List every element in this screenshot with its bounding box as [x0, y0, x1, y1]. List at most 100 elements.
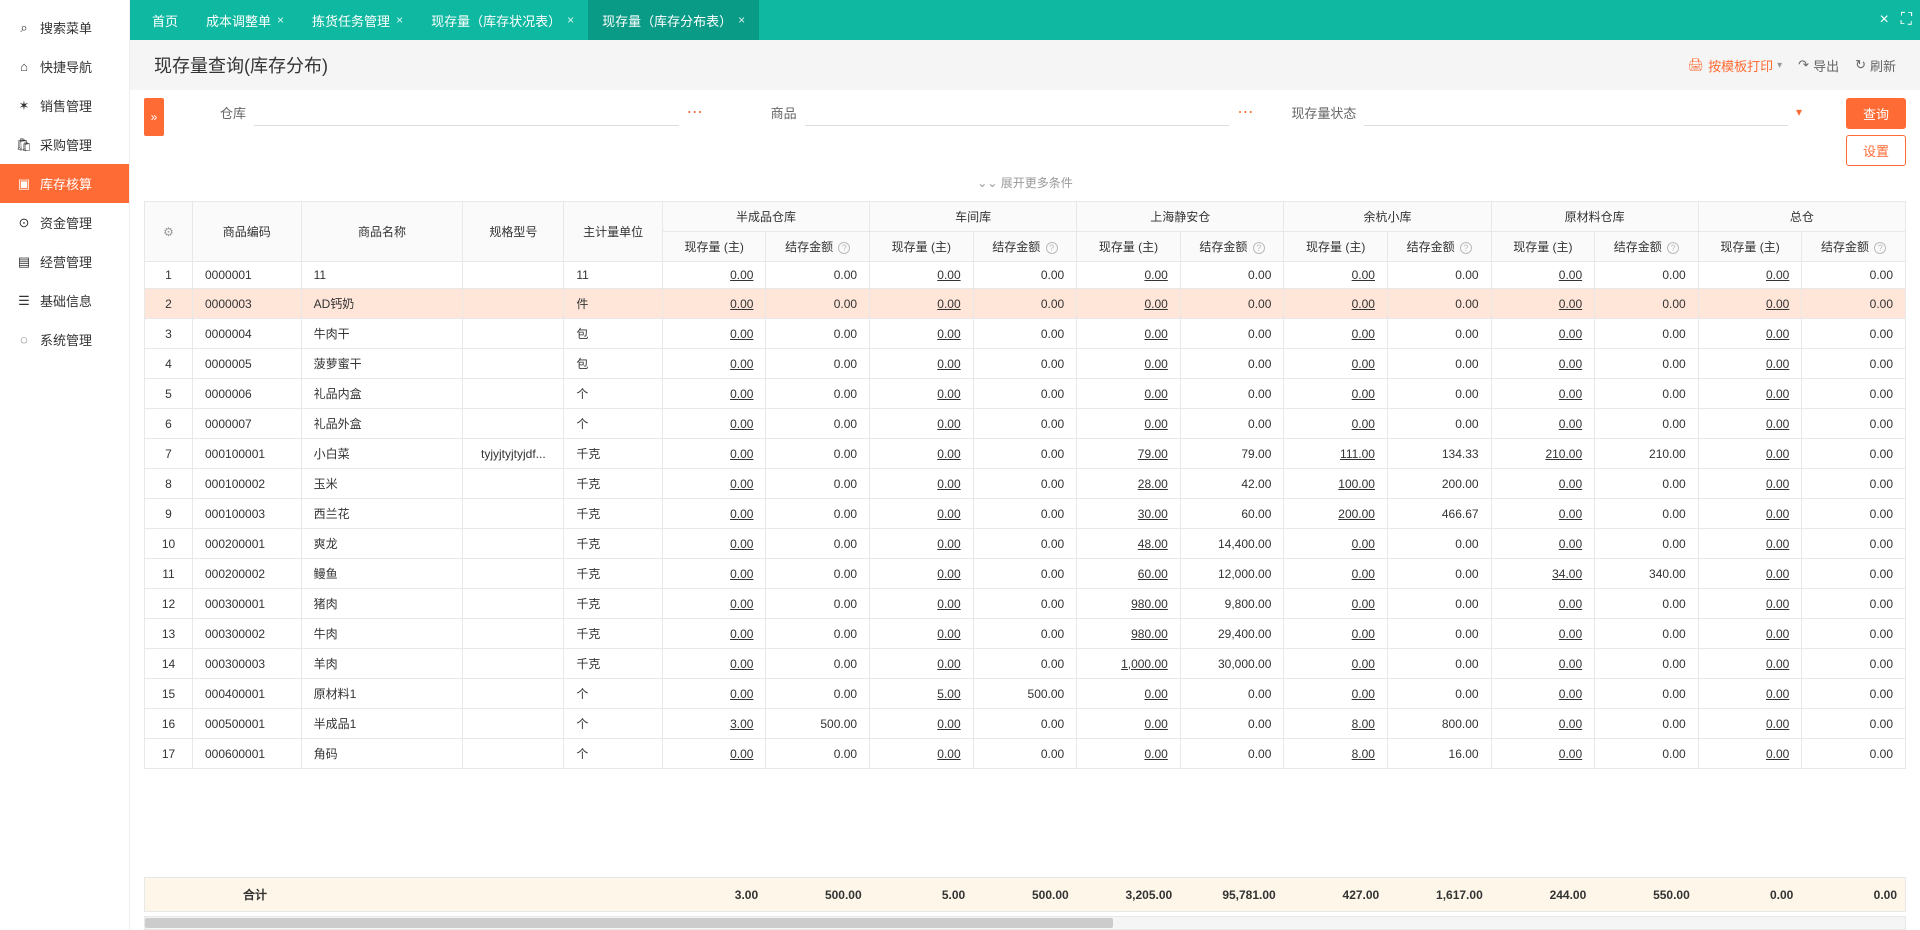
cell-qty[interactable]: 0.00	[870, 529, 974, 559]
cell-qty[interactable]: 0.00	[1698, 559, 1802, 589]
cell-qty[interactable]: 0.00	[1284, 262, 1388, 289]
cell-qty[interactable]: 0.00	[870, 499, 974, 529]
cell-qty[interactable]: 0.00	[1698, 289, 1802, 319]
cell-qty[interactable]: 0.00	[870, 349, 974, 379]
cell-qty[interactable]: 0.00	[662, 349, 766, 379]
close-icon[interactable]: ×	[567, 13, 574, 27]
cell-qty[interactable]: 0.00	[662, 262, 766, 289]
cell-qty[interactable]: 0.00	[1077, 349, 1181, 379]
cell-qty[interactable]: 0.00	[870, 439, 974, 469]
cell-qty[interactable]: 0.00	[1077, 319, 1181, 349]
cell-qty[interactable]: 0.00	[1698, 439, 1802, 469]
export-button[interactable]: ↷ 导出	[1798, 56, 1839, 75]
stock-status-input[interactable]	[1364, 98, 1788, 126]
cell-qty[interactable]: 0.00	[1284, 379, 1388, 409]
cell-qty[interactable]: 0.00	[1077, 709, 1181, 739]
cell-qty[interactable]: 111.00	[1284, 439, 1388, 469]
cell-qty[interactable]: 0.00	[662, 589, 766, 619]
cell-qty[interactable]: 0.00	[1284, 409, 1388, 439]
cell-qty[interactable]: 79.00	[1077, 439, 1181, 469]
table-row[interactable]: 6 0000007 礼品外盒 个0.000.000.000.000.000.00…	[145, 409, 1906, 439]
close-icon[interactable]: ×	[277, 13, 284, 27]
cell-qty[interactable]: 0.00	[1491, 289, 1595, 319]
sidebar-item[interactable]: ⌕搜索菜单	[0, 8, 129, 47]
cell-qty[interactable]: 0.00	[662, 739, 766, 769]
cell-qty[interactable]: 0.00	[1698, 739, 1802, 769]
horizontal-scrollbar[interactable]	[144, 916, 1906, 930]
cell-qty[interactable]: 0.00	[870, 409, 974, 439]
table-row[interactable]: 9 000100003 西兰花 千克0.000.000.000.0030.006…	[145, 499, 1906, 529]
settings-button[interactable]: 设置	[1846, 135, 1906, 166]
cell-qty[interactable]: 0.00	[662, 439, 766, 469]
cell-qty[interactable]: 0.00	[870, 559, 974, 589]
cell-qty[interactable]: 0.00	[1491, 469, 1595, 499]
cell-qty[interactable]: 8.00	[1284, 739, 1388, 769]
cell-qty[interactable]: 0.00	[1698, 469, 1802, 499]
tab[interactable]: 现存量（库存分布表）×	[588, 0, 759, 40]
cell-qty[interactable]: 0.00	[1698, 709, 1802, 739]
cell-qty[interactable]: 0.00	[662, 679, 766, 709]
cell-qty[interactable]: 0.00	[1698, 379, 1802, 409]
table-row[interactable]: 8 000100002 玉米 千克0.000.000.000.0028.0042…	[145, 469, 1906, 499]
cell-qty[interactable]: 0.00	[1491, 262, 1595, 289]
cell-qty[interactable]: 980.00	[1077, 589, 1181, 619]
cell-qty[interactable]: 0.00	[662, 529, 766, 559]
cell-qty[interactable]: 0.00	[1491, 349, 1595, 379]
cell-qty[interactable]: 0.00	[1284, 529, 1388, 559]
cell-qty[interactable]: 3.00	[662, 709, 766, 739]
table-row[interactable]: 10 000200001 爽龙 千克0.000.000.000.0048.001…	[145, 529, 1906, 559]
cell-qty[interactable]: 0.00	[1284, 559, 1388, 589]
sidebar-item[interactable]: ▤经营管理	[0, 242, 129, 281]
cell-qty[interactable]: 0.00	[1284, 589, 1388, 619]
sidebar-item[interactable]: ✶销售管理	[0, 86, 129, 125]
cell-qty[interactable]: 0.00	[1491, 529, 1595, 559]
tab[interactable]: 成本调整单×	[192, 0, 298, 40]
cell-qty[interactable]: 0.00	[1491, 619, 1595, 649]
cell-qty[interactable]: 0.00	[870, 469, 974, 499]
tab[interactable]: 拣货任务管理×	[298, 0, 417, 40]
sidebar-item[interactable]: ◌系统管理	[0, 320, 129, 359]
cell-qty[interactable]: 0.00	[1698, 679, 1802, 709]
cell-qty[interactable]: 0.00	[662, 289, 766, 319]
cell-qty[interactable]: 0.00	[1284, 649, 1388, 679]
table-row[interactable]: 7 000100001 小白菜 tyjyjtyjtyjdf... 千克0.000…	[145, 439, 1906, 469]
close-icon[interactable]: ×	[738, 13, 745, 27]
sidebar-item[interactable]: ⊙资金管理	[0, 203, 129, 242]
help-icon[interactable]: ?	[838, 242, 850, 254]
table-row[interactable]: 5 0000006 礼品内盒 个0.000.000.000.000.000.00…	[145, 379, 1906, 409]
tab[interactable]: 首页	[138, 0, 192, 40]
tab[interactable]: 现存量（库存状况表）×	[417, 0, 588, 40]
cell-qty[interactable]: 0.00	[870, 289, 974, 319]
expand-conditions-button[interactable]: ⌄⌄ 展开更多条件	[130, 166, 1920, 201]
sidebar-item[interactable]: 🛍采购管理	[0, 125, 129, 164]
sidebar-item[interactable]: ☰基础信息	[0, 281, 129, 320]
cell-qty[interactable]: 60.00	[1077, 559, 1181, 589]
cell-qty[interactable]: 0.00	[1284, 319, 1388, 349]
cell-qty[interactable]: 0.00	[662, 499, 766, 529]
table-row[interactable]: 12 000300001 猪肉 千克0.000.000.000.00980.00…	[145, 589, 1906, 619]
cell-qty[interactable]: 0.00	[1077, 679, 1181, 709]
cell-qty[interactable]: 0.00	[1698, 529, 1802, 559]
cell-qty[interactable]: 28.00	[1077, 469, 1181, 499]
cell-qty[interactable]: 0.00	[1698, 349, 1802, 379]
cell-qty[interactable]: 1,000.00	[1077, 649, 1181, 679]
cell-qty[interactable]: 48.00	[1077, 529, 1181, 559]
cell-qty[interactable]: 0.00	[870, 379, 974, 409]
help-icon[interactable]: ?	[1460, 242, 1472, 254]
table-row[interactable]: 15 000400001 原材料1 个0.000.005.00500.000.0…	[145, 679, 1906, 709]
cell-qty[interactable]: 0.00	[1284, 349, 1388, 379]
table-row[interactable]: 14 000300003 羊肉 千克0.000.000.000.001,000.…	[145, 649, 1906, 679]
cell-qty[interactable]: 0.00	[870, 262, 974, 289]
cell-qty[interactable]: 0.00	[662, 619, 766, 649]
cell-qty[interactable]: 0.00	[1491, 319, 1595, 349]
cell-qty[interactable]: 0.00	[1698, 589, 1802, 619]
warehouse-input[interactable]	[254, 98, 679, 126]
cell-qty[interactable]: 0.00	[1698, 262, 1802, 289]
sidebar-item[interactable]: ▣库存核算	[0, 164, 129, 203]
cell-qty[interactable]: 210.00	[1491, 439, 1595, 469]
cell-qty[interactable]: 0.00	[1077, 379, 1181, 409]
cell-qty[interactable]: 0.00	[870, 619, 974, 649]
cell-qty[interactable]: 0.00	[1491, 739, 1595, 769]
cell-qty[interactable]: 0.00	[1077, 289, 1181, 319]
cell-qty[interactable]: 34.00	[1491, 559, 1595, 589]
